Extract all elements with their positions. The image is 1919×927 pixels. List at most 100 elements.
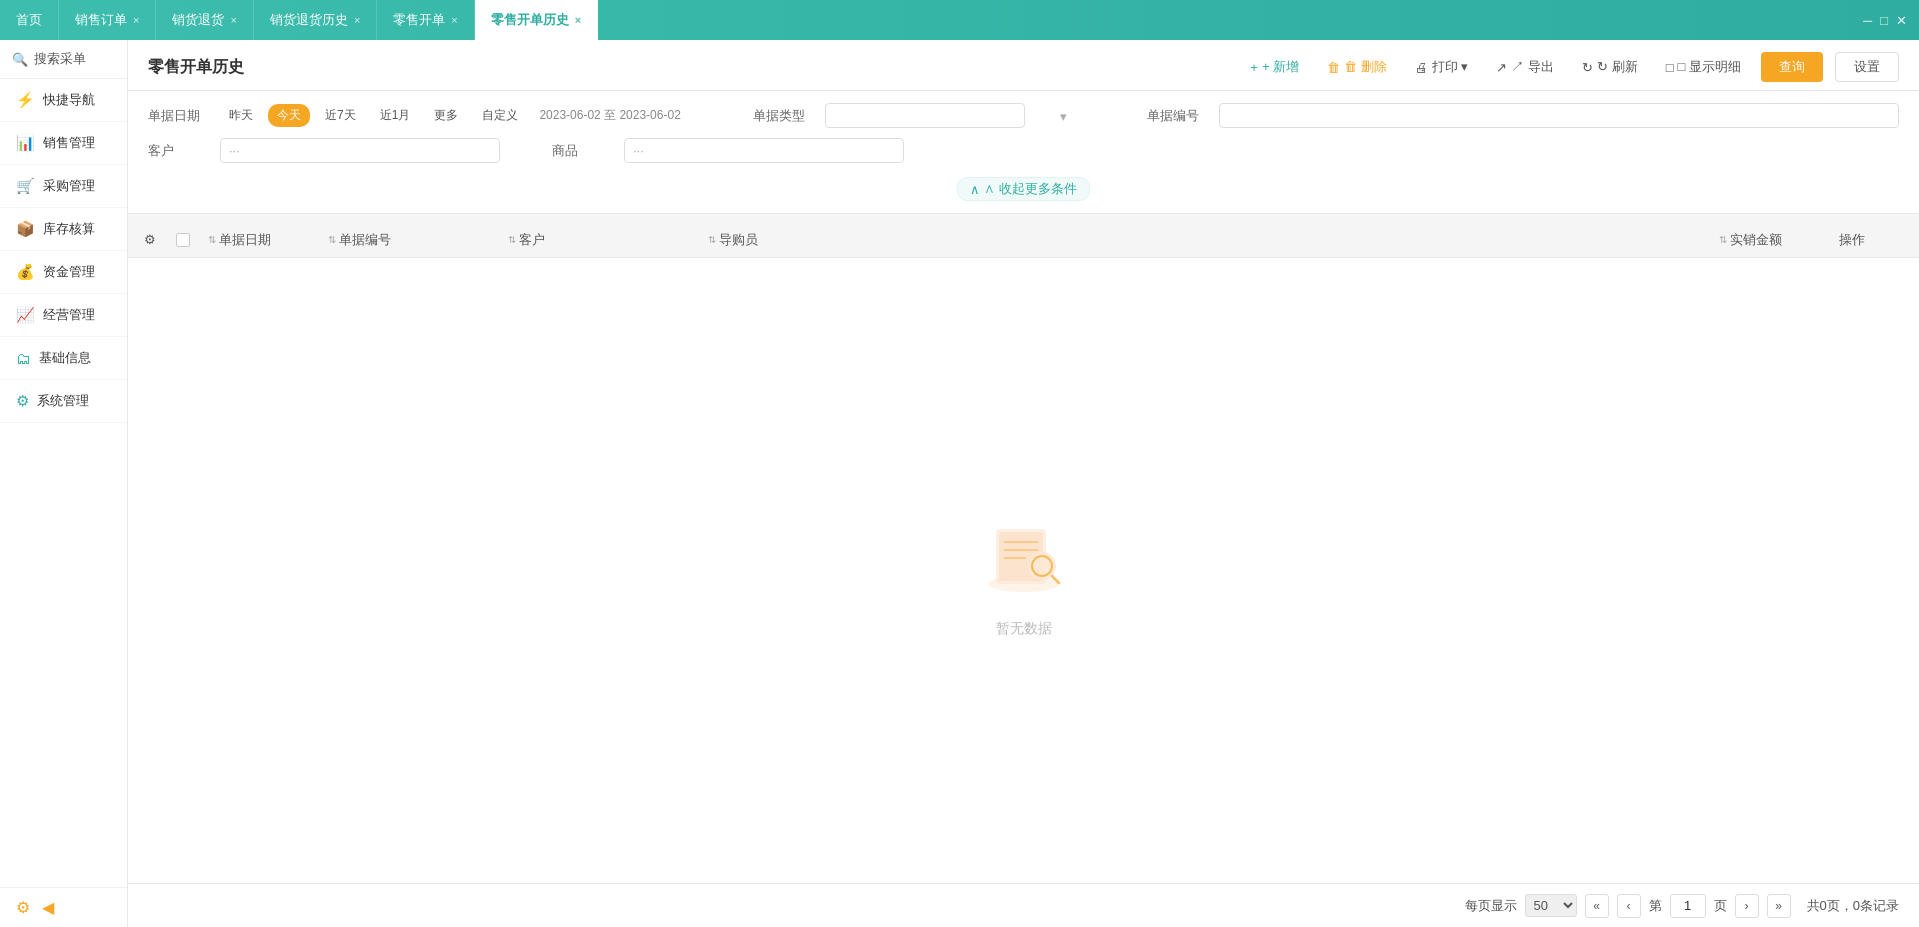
tab-retail-open-history[interactable]: 零售开单历史 ×	[475, 0, 598, 40]
type-label: 单据类型	[753, 107, 813, 125]
date-btn-7days[interactable]: 近7天	[316, 104, 365, 127]
th-amount-sort-icon: ⇅	[1719, 234, 1727, 245]
th-date-sort-icon: ⇅	[208, 234, 216, 245]
goods-label: 商品	[552, 142, 612, 160]
sidebar-item-sales-mgmt[interactable]: 📊销售管理	[0, 122, 127, 165]
tab-close-sales-return-history[interactable]: ×	[354, 14, 360, 26]
print-button[interactable]: 🖨 打印 ▾	[1407, 54, 1477, 80]
delete-button[interactable]: 🗑 🗑 删除	[1319, 54, 1395, 80]
th-date[interactable]: ⇅ 单据日期	[200, 231, 320, 249]
table-header: ⚙ ⇅ 单据日期 ⇅ 单据编号 ⇅ 客户 ⇅	[128, 222, 1919, 258]
tab-home[interactable]: 首页	[0, 0, 59, 40]
total-label: 共0页，0条记录	[1807, 897, 1899, 915]
maximize-btn[interactable]: □	[1880, 13, 1888, 28]
tab-close-sales-return[interactable]: ×	[230, 14, 236, 26]
page-label: 第	[1649, 897, 1662, 915]
tab-retail-open[interactable]: 零售开单 ×	[377, 0, 474, 40]
refresh-button[interactable]: ↻ ↻ 刷新	[1574, 54, 1646, 80]
tab-label-retail-open: 零售开单	[393, 11, 445, 29]
sidebar-item-quick-nav[interactable]: ⚡快捷导航	[0, 79, 127, 122]
first-page-btn[interactable]: «	[1585, 894, 1609, 918]
tab-label-retail-open-history: 零售开单历史	[491, 11, 569, 29]
collapse-icon: ∧	[970, 182, 980, 197]
sidebar-icon-sys-mgmt: ⚙	[16, 392, 29, 410]
th-amount-label: 实销金额	[1730, 231, 1782, 249]
filter-area: 单据日期 昨天 今天 近7天 近1月 更多 自定义 2023-06-02 至 2…	[128, 91, 1919, 214]
filter-dates: 昨天 今天 近7天 近1月 更多 自定义	[220, 104, 527, 127]
sidebar-icon-quick-nav: ⚡	[16, 91, 35, 109]
sidebar-label-purchase-mgmt: 采购管理	[43, 177, 95, 195]
sidebar-icon-purchase-mgmt: 🛒	[16, 177, 35, 195]
pagination: 每页显示 50 100 200 « ‹ 第 页 › » 共0页，0条记录	[128, 883, 1919, 927]
sidebar-item-finance[interactable]: 💰资金管理	[0, 251, 127, 294]
sidebar-search-label: 搜索采单	[34, 50, 86, 68]
add-button[interactable]: + + 新增	[1242, 54, 1307, 80]
collapse-button[interactable]: ∧ ∧ 收起更多条件	[957, 177, 1090, 201]
th-ops: 操作	[1831, 231, 1911, 249]
date-btn-yesterday[interactable]: 昨天	[220, 104, 262, 127]
per-page-select[interactable]: 50 100 200	[1525, 894, 1577, 917]
sidebar-item-sys-mgmt[interactable]: ⚙ 系统管理	[0, 380, 127, 423]
page-header: 零售开单历史 + + 新增 🗑 🗑 删除 🖨 打印 ▾ ↗ ↗ 导出	[128, 40, 1919, 91]
date-range-display: 2023-06-02 至 2023-06-02	[539, 107, 680, 124]
th-guide-sort-icon: ⇅	[708, 234, 716, 245]
type-select[interactable]	[825, 103, 1025, 128]
tab-sales-order[interactable]: 销售订单×	[59, 0, 156, 40]
print-icon: 🖨	[1415, 60, 1428, 75]
th-guide[interactable]: ⇅ 导购员	[700, 231, 820, 249]
goods-input[interactable]: ···	[624, 138, 904, 163]
next-page-btn[interactable]: ›	[1735, 894, 1759, 918]
date-btn-today[interactable]: 今天	[268, 104, 310, 127]
select-all-checkbox[interactable]	[176, 233, 190, 247]
collapse-icon[interactable]: ◀	[42, 898, 54, 917]
tab-label-sales-return: 销货退货	[172, 11, 224, 29]
minimize-btn[interactable]: ─	[1863, 13, 1872, 28]
number-input[interactable]	[1219, 103, 1899, 128]
settings-icon: ⚙	[144, 232, 156, 247]
th-guide-label: 导购员	[719, 231, 758, 249]
search-icon: 🔍	[12, 52, 28, 67]
tab-close-retail-open[interactable]: ×	[451, 14, 457, 26]
sidebar-label-sales-mgmt: 销售管理	[43, 134, 95, 152]
date-btn-custom[interactable]: 自定义	[473, 104, 527, 127]
refresh-icon: ↻	[1582, 60, 1593, 75]
close-btn[interactable]: ✕	[1896, 13, 1907, 28]
sidebar-item-purchase-mgmt[interactable]: 🛒 采购管理	[0, 165, 127, 208]
th-check[interactable]	[168, 233, 200, 247]
export-button[interactable]: ↗ ↗ 导出	[1488, 54, 1562, 80]
display-detail-button[interactable]: □ □ 显示明细	[1658, 54, 1749, 80]
query-button[interactable]: 查询	[1761, 52, 1823, 82]
collapse-row: ∧ ∧ 收起更多条件	[148, 173, 1899, 207]
customer-label: 客户	[148, 142, 208, 160]
tab-close-retail-open-history[interactable]: ×	[575, 14, 581, 26]
per-page-label: 每页显示	[1465, 897, 1517, 915]
page-input[interactable]	[1670, 894, 1706, 918]
tab-close-sales-order[interactable]: ×	[133, 14, 139, 26]
prev-page-btn[interactable]: ‹	[1617, 894, 1641, 918]
settings-button[interactable]: 设置	[1835, 52, 1899, 82]
tab-label-home: 首页	[16, 11, 42, 29]
customer-input[interactable]: ···	[220, 138, 500, 163]
sidebar: 🔍 搜索采单 ⚡快捷导航📊销售管理 🛒 采购管理 📦库存核算💰资金管理📈经营管理🗂基础…	[0, 40, 128, 927]
tab-sales-return-history[interactable]: 销货退货历史×	[254, 0, 377, 40]
window-controls: ─ □ ✕	[1851, 13, 1919, 28]
sidebar-label-sys-mgmt: 系统管理	[37, 392, 89, 410]
sidebar-item-operations[interactable]: 📈经营管理	[0, 294, 127, 337]
sidebar-search[interactable]: 🔍 搜索采单	[0, 40, 127, 79]
settings-icon[interactable]: ⚙	[16, 898, 30, 917]
date-btn-more[interactable]: 更多	[425, 104, 467, 127]
sidebar-bottom: ⚙ ◀	[0, 887, 127, 927]
last-page-btn[interactable]: »	[1767, 894, 1791, 918]
sidebar-item-base-info[interactable]: 🗂基础信息	[0, 337, 127, 380]
th-customer[interactable]: ⇅ 客户	[500, 231, 700, 249]
date-btn-1month[interactable]: 近1月	[371, 104, 420, 127]
th-amount[interactable]: ⇅ 实销金额	[1711, 231, 1831, 249]
empty-illustration	[974, 504, 1074, 604]
th-settings[interactable]: ⚙	[136, 232, 168, 247]
main-layout: 🔍 搜索采单 ⚡快捷导航📊销售管理 🛒 采购管理 📦库存核算💰资金管理📈经营管理🗂基础…	[0, 40, 1919, 927]
sidebar-item-inventory[interactable]: 📦库存核算	[0, 208, 127, 251]
tab-sales-return[interactable]: 销货退货 ×	[156, 0, 253, 40]
top-tabs: 首页销售订单×销货退货×销货退货历史×零售开单×零售开单历史×	[0, 0, 1851, 40]
display-icon: □	[1666, 60, 1674, 75]
th-number[interactable]: ⇅ 单据编号	[320, 231, 500, 249]
